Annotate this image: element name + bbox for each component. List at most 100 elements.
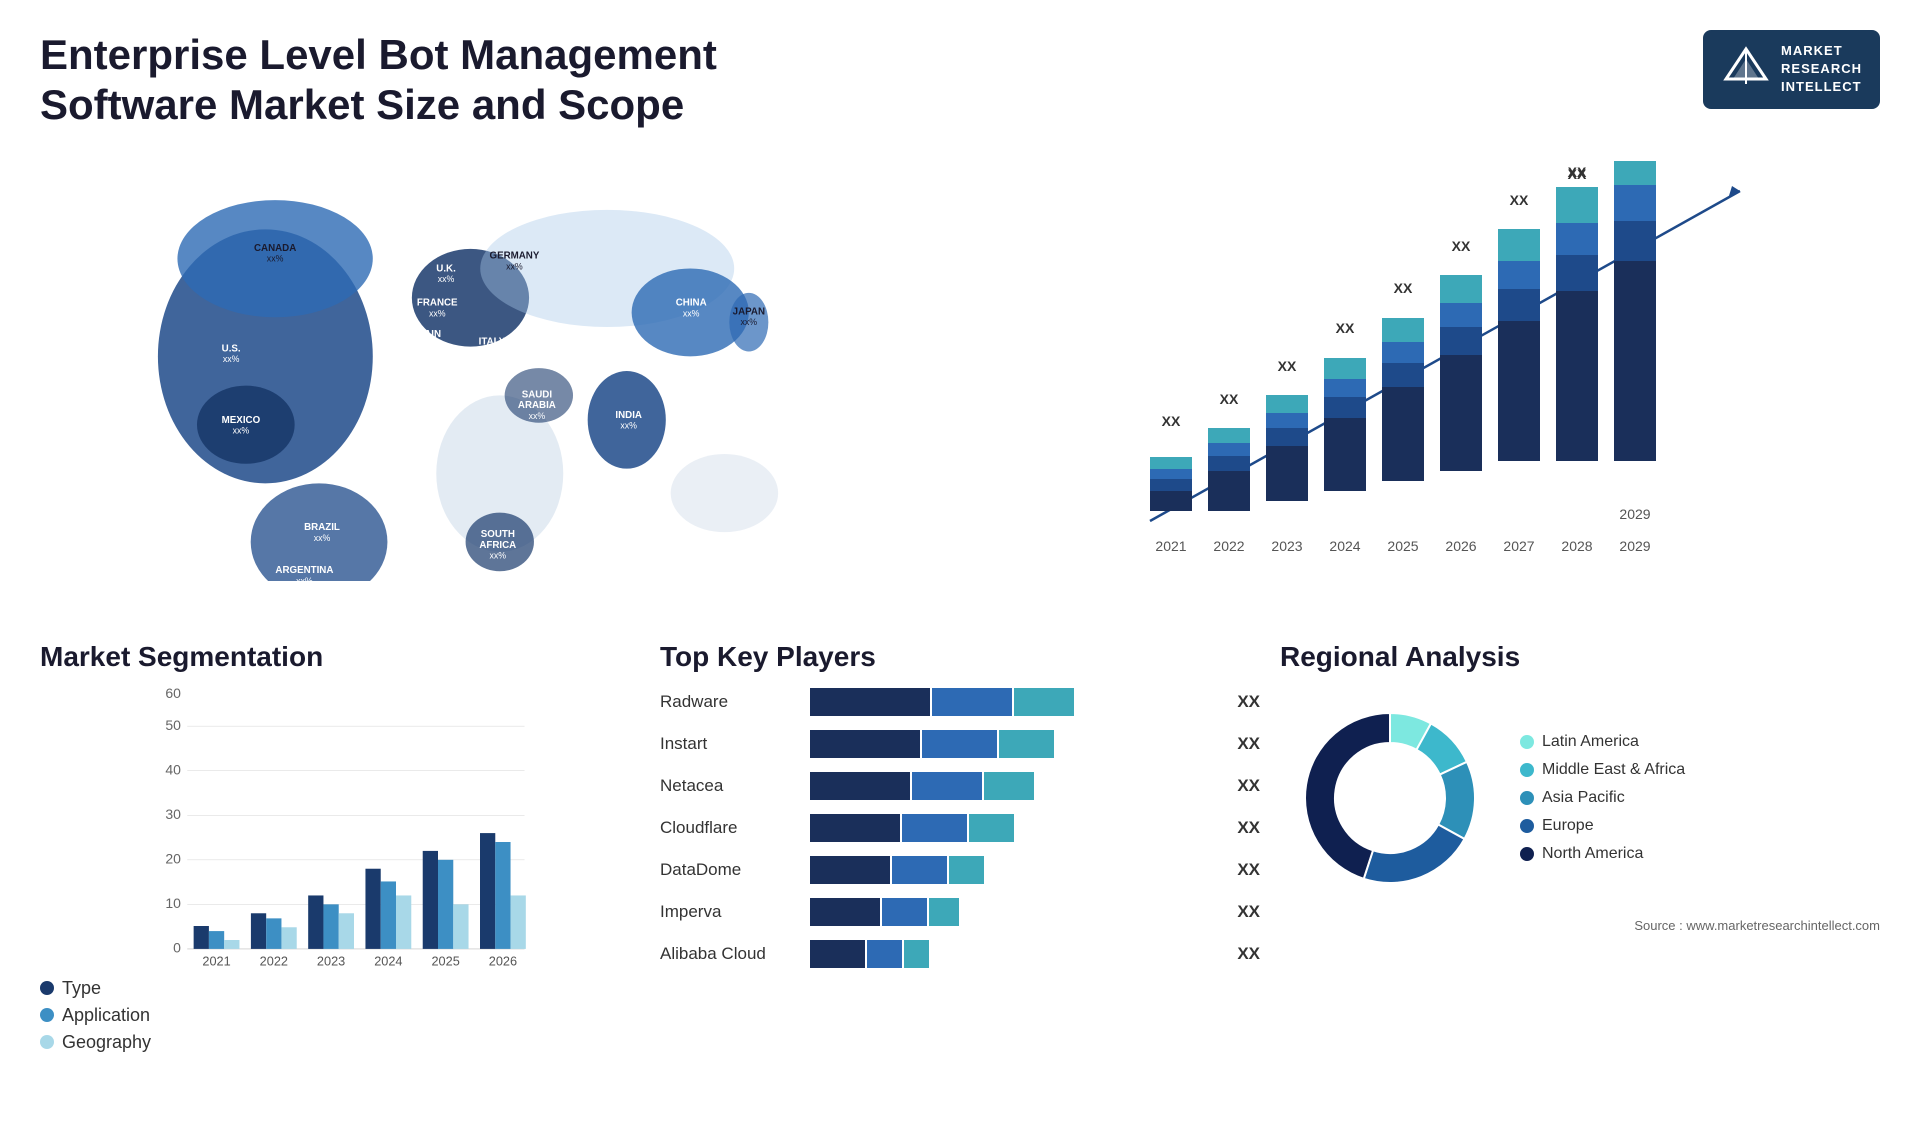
svg-text:2022: 2022 [260,953,288,968]
svg-text:xx%: xx% [484,347,501,357]
svg-text:2026: 2026 [1445,538,1476,554]
regional-label: Middle East & Africa [1542,761,1685,779]
title-block: Enterprise Level Bot Management Software… [40,30,740,131]
svg-text:10: 10 [165,895,181,911]
player-row: ImpervaXX [660,898,1260,926]
regional-legend-item: North America [1520,845,1685,863]
player-bars [810,898,1221,926]
svg-text:60: 60 [165,688,181,701]
logo-text: MARKET RESEARCH INTELLECT [1781,42,1862,97]
seg-chart-container: 0 10 20 30 40 50 60 2021 [40,688,640,968]
svg-text:2021: 2021 [202,953,230,968]
page-title: Enterprise Level Bot Management Software… [40,30,740,131]
regional-color-dot [1520,763,1534,777]
svg-text:2025: 2025 [1387,538,1418,554]
player-bars [810,688,1221,716]
player-name: Cloudflare [660,818,800,838]
seg-legend: Type Application Geography [40,978,640,1053]
svg-text:SAUDI: SAUDI [522,389,553,400]
player-bars [810,940,1221,968]
player-xx-label: XX [1237,818,1260,838]
regional-color-dot [1520,819,1534,833]
application-dot [40,1008,54,1022]
player-row: Instart XX [660,730,1260,758]
player-row: NetaceaXX [660,772,1260,800]
players-list: RadwareXXInstartXXNetaceaXXCloudflareXXD… [660,688,1260,968]
regional-color-dot [1520,847,1534,861]
player-xx-label: XX [1237,692,1260,712]
svg-text:xx%: xx% [529,411,546,421]
logo-icon [1721,44,1771,94]
regional-legend-item: Europe [1520,817,1685,835]
svg-text:50: 50 [165,717,181,733]
regional-label: Latin America [1542,733,1639,751]
svg-text:xx%: xx% [490,550,507,560]
svg-text:FRANCE: FRANCE [417,297,458,308]
player-xx-label: XX [1237,944,1260,964]
svg-text:2023: 2023 [1271,538,1302,554]
svg-text:xx%: xx% [267,253,284,263]
regional-section: Regional Analysis Latin AmericaMiddle Ea… [1280,641,1880,1059]
svg-text:2025: 2025 [431,953,459,968]
svg-text:XX: XX [1336,320,1355,336]
player-bars [810,856,1221,884]
map-container: CANADA xx% U.S. xx% MEXICO xx% BRAZIL xx… [40,161,940,581]
player-row: RadwareXX [660,688,1260,716]
player-name: Netacea [660,776,800,796]
svg-text:XX: XX [1510,192,1529,208]
svg-text:XX: XX [1162,413,1181,429]
segmentation-section: Market Segmentation 0 10 20 30 40 50 60 [40,641,640,1059]
svg-text:2026: 2026 [489,953,517,968]
svg-text:SOUTH: SOUTH [481,529,515,540]
logo: MARKET RESEARCH INTELLECT [1703,30,1880,109]
player-name: Instart [660,734,800,754]
svg-text:2027: 2027 [1503,538,1534,554]
svg-text:2023: 2023 [317,953,345,968]
seg-chart-svg: 0 10 20 30 40 50 60 2021 [40,688,640,968]
svg-text:2029: 2029 [1619,506,1650,522]
svg-text:20: 20 [165,850,181,866]
svg-text:XX: XX [1394,280,1413,296]
seg-legend-type: Type [40,978,640,999]
regional-legend: Latin America Middle East & Africa Asia Pa… [1520,733,1685,863]
svg-text:XX: XX [1220,391,1239,407]
players-section: Top Key Players RadwareXXInstartXXNetace… [660,641,1260,1059]
player-name: Imperva [660,902,800,922]
svg-text:2021: 2021 [1155,538,1186,554]
svg-text:xx%: xx% [296,576,313,581]
svg-text:2029: 2029 [1619,538,1650,554]
svg-text:ARABIA: ARABIA [518,400,556,411]
svg-text:U.K.: U.K. [436,263,456,274]
svg-text:xx%: xx% [223,354,240,364]
svg-text:ITALY: ITALY [479,336,506,347]
svg-text:xx%: xx% [620,420,637,430]
svg-text:2024: 2024 [1329,538,1360,554]
svg-text:XX: XX [1278,358,1297,374]
source-text: Source : www.marketresearchintellect.com [1280,918,1880,933]
regional-label: Asia Pacific [1542,789,1625,807]
player-xx-label: XX [1237,860,1260,880]
seg-legend-geography: Geography [40,1032,640,1053]
svg-text:0: 0 [173,940,181,956]
svg-text:xx%: xx% [683,308,700,318]
regional-label: North America [1542,845,1643,863]
svg-text:2028: 2028 [1561,538,1592,554]
regional-legend-item: Latin America [1520,733,1685,751]
content-grid: CANADA xx% U.S. xx% MEXICO xx% BRAZIL xx… [0,151,1920,631]
player-row: DataDomeXX [660,856,1260,884]
regional-color-dot [1520,735,1534,749]
svg-text:CHINA: CHINA [676,297,707,308]
svg-text:xx%: xx% [314,533,331,543]
seg-legend-application: Application [40,1005,640,1026]
regional-color-dot [1520,791,1534,805]
player-xx-label: XX [1237,734,1260,754]
svg-text:2024: 2024 [374,953,402,968]
type-dot [40,981,54,995]
bottom-grid: Market Segmentation 0 10 20 30 40 50 60 [0,631,1920,1069]
donut-container: Latin America Middle East & Africa Asia Pa… [1280,688,1880,908]
map-section: CANADA xx% U.S. xx% MEXICO xx% BRAZIL xx… [20,151,960,631]
svg-text:xx%: xx% [741,317,758,327]
svg-text:2022: 2022 [1213,538,1244,554]
svg-text:xx%: xx% [438,274,455,284]
player-row: Alibaba CloudXX [660,940,1260,968]
